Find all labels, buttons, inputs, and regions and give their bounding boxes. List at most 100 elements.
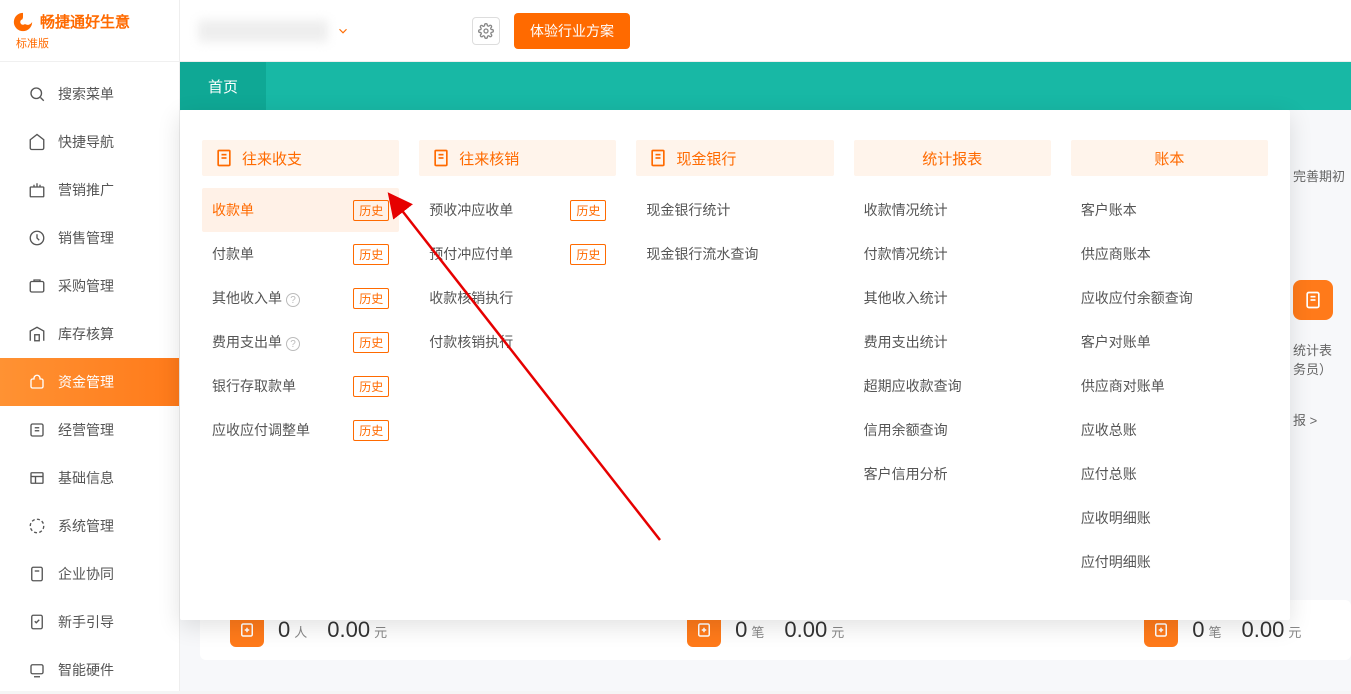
peek-text-3: 报 > xyxy=(1293,410,1317,429)
mega-item[interactable]: 供应商账本 xyxy=(1071,232,1268,276)
mega-item-label: 收款单 xyxy=(212,200,254,220)
right-panel-peek: 完善期初 统计表 务员） 报 > xyxy=(1291,130,1351,454)
bill-icon xyxy=(648,148,668,168)
history-badge[interactable]: 历史 xyxy=(353,376,389,397)
sidebar-item-stock[interactable]: 库存核算 xyxy=(0,310,179,358)
mega-item[interactable]: 客户对账单 xyxy=(1071,320,1268,364)
settings-button[interactable] xyxy=(472,17,500,45)
sidebar: 畅捷通好生意 标准版 搜索菜单快捷导航营销推广销售管理采购管理库存核算资金管理经… xyxy=(0,0,180,691)
mega-col-1: 往来核销预收冲应收单历史预付冲应付单历史收款核销执行付款核销执行 xyxy=(409,140,626,600)
mega-item-label: 其他收入单? xyxy=(212,288,300,308)
mega-col-header: 账本 xyxy=(1071,140,1268,176)
sidebar-item-label: 新手引导 xyxy=(58,612,114,632)
mega-item[interactable]: 费用支出统计 xyxy=(854,320,1051,364)
mega-item[interactable]: 应付明细账 xyxy=(1071,540,1268,584)
mega-item[interactable]: 费用支出单?历史 xyxy=(202,320,399,364)
mega-item-label: 应收明细账 xyxy=(1081,508,1151,528)
mega-item-label: 其他收入统计 xyxy=(864,288,948,308)
mega-col-0: 往来收支收款单历史付款单历史其他收入单?历史费用支出单?历史银行存取款单历史应收… xyxy=(192,140,409,600)
bill-icon xyxy=(431,148,451,168)
mega-item[interactable]: 其他收入统计 xyxy=(854,276,1051,320)
stat-count: 0 xyxy=(278,617,290,643)
sidebar-item-label: 资金管理 xyxy=(58,372,114,392)
sidebar-item-funds[interactable]: 资金管理 xyxy=(0,358,179,406)
mega-item[interactable]: 其他收入单? 历史 xyxy=(202,276,399,320)
brand-icon xyxy=(12,11,34,33)
purchase-icon xyxy=(28,277,46,295)
mega-item[interactable]: 超期应收款查询 xyxy=(854,364,1051,408)
sidebar-item-base[interactable]: 基础信息 xyxy=(0,454,179,502)
mega-item-label: 付款单 xyxy=(212,244,254,264)
sidebar-item-hw[interactable]: 智能硬件 xyxy=(0,646,179,694)
tab-home[interactable]: 首页 xyxy=(180,62,266,110)
mega-item[interactable]: 应付总账 xyxy=(1071,452,1268,496)
mega-item[interactable]: 应收应付余额查询 xyxy=(1071,276,1268,320)
mega-item-label: 供应商账本 xyxy=(1081,244,1151,264)
mega-item-label: 应付明细账 xyxy=(1081,552,1151,572)
mega-item[interactable]: 应收总账 xyxy=(1071,408,1268,452)
mega-item[interactable]: 收款单 历史 xyxy=(202,188,399,232)
sidebar-item-promo[interactable]: 营销推广 xyxy=(0,166,179,214)
sidebar-item-label: 企业协同 xyxy=(58,564,114,584)
company-selector[interactable] xyxy=(198,20,458,42)
help-icon: ? xyxy=(286,293,300,307)
mega-item-label: 付款核销执行 xyxy=(429,332,513,352)
mega-item[interactable]: 收款情况统计 xyxy=(854,188,1051,232)
mega-item[interactable]: 信用余额查询 xyxy=(854,408,1051,452)
sidebar-item-search[interactable]: 搜索菜单 xyxy=(0,70,179,118)
mega-item[interactable]: 应收应付调整单历史 xyxy=(202,408,399,452)
history-badge[interactable]: 历史 xyxy=(570,244,606,265)
mega-item[interactable]: 现金银行流水查询 xyxy=(636,232,833,276)
mega-item[interactable]: 现金银行统计 xyxy=(636,188,833,232)
history-badge[interactable]: 历史 xyxy=(353,332,389,353)
stat-amount-unit: 元 xyxy=(1288,622,1301,641)
stat-count: 0 xyxy=(735,617,747,643)
mega-item-label: 客户对账单 xyxy=(1081,332,1151,352)
help-icon: ? xyxy=(286,337,300,351)
mega-item[interactable]: 应收明细账 xyxy=(1071,496,1268,540)
mega-item[interactable]: 收款核销执行 xyxy=(419,276,616,320)
promo-icon xyxy=(28,181,46,199)
stat-amount-unit: 元 xyxy=(374,622,387,641)
mega-item[interactable]: 银行存取款单历史 xyxy=(202,364,399,408)
mega-col-header: 现金银行 xyxy=(636,140,833,176)
history-badge[interactable]: 历史 xyxy=(353,420,389,441)
sidebar-item-guide[interactable]: 新手引导 xyxy=(0,598,179,646)
mega-item[interactable]: 供应商对账单 xyxy=(1071,364,1268,408)
history-badge[interactable]: 历史 xyxy=(570,200,606,221)
stock-icon xyxy=(28,325,46,343)
mega-col-header: 往来收支 xyxy=(202,140,399,176)
mega-item-label: 预付冲应付单 xyxy=(429,244,513,264)
mega-item[interactable]: 预收冲应收单历史 xyxy=(419,188,616,232)
sidebar-item-coop[interactable]: 企业协同 xyxy=(0,550,179,598)
sidebar-item-purchase[interactable]: 采购管理 xyxy=(0,262,179,310)
mega-item-label: 超期应收款查询 xyxy=(864,376,962,396)
sidebar-item-sales[interactable]: 销售管理 xyxy=(0,214,179,262)
mega-item[interactable]: 客户信用分析 xyxy=(854,452,1051,496)
mega-item[interactable]: 付款核销执行 xyxy=(419,320,616,364)
peek-icon-1 xyxy=(1293,280,1333,320)
sidebar-item-ops[interactable]: 经营管理 xyxy=(0,406,179,454)
sidebar-item-quicknav[interactable]: 快捷导航 xyxy=(0,118,179,166)
stat-amount: 0.00 xyxy=(327,617,370,643)
mega-item-label: 付款情况统计 xyxy=(864,244,948,264)
mega-item[interactable]: 预付冲应付单 历史 xyxy=(419,232,616,276)
history-badge[interactable]: 历史 xyxy=(353,244,389,265)
history-badge[interactable]: 历史 xyxy=(353,200,389,221)
industry-solution-button[interactable]: 体验行业方案 xyxy=(514,13,630,49)
brand-name: 畅捷通好生意 xyxy=(40,11,130,32)
sidebar-item-label: 营销推广 xyxy=(58,180,114,200)
sidebar-item-label: 系统管理 xyxy=(58,516,114,536)
stat-count-unit: 笔 xyxy=(1208,622,1221,641)
mega-item[interactable]: 付款情况统计 xyxy=(854,232,1051,276)
mega-item[interactable]: 付款单 历史 xyxy=(202,232,399,276)
base-icon xyxy=(28,469,46,487)
mega-col-header: 统计报表 xyxy=(854,140,1051,176)
history-badge[interactable]: 历史 xyxy=(353,288,389,309)
sidebar-item-sys[interactable]: 系统管理 xyxy=(0,502,179,550)
peek-text-2b: 务员） xyxy=(1293,359,1332,378)
search-icon xyxy=(28,85,46,103)
mega-col-2: 现金银行现金银行统计现金银行流水查询 xyxy=(626,140,843,600)
mega-item[interactable]: 客户账本 xyxy=(1071,188,1268,232)
stat-amount-unit: 元 xyxy=(831,622,844,641)
